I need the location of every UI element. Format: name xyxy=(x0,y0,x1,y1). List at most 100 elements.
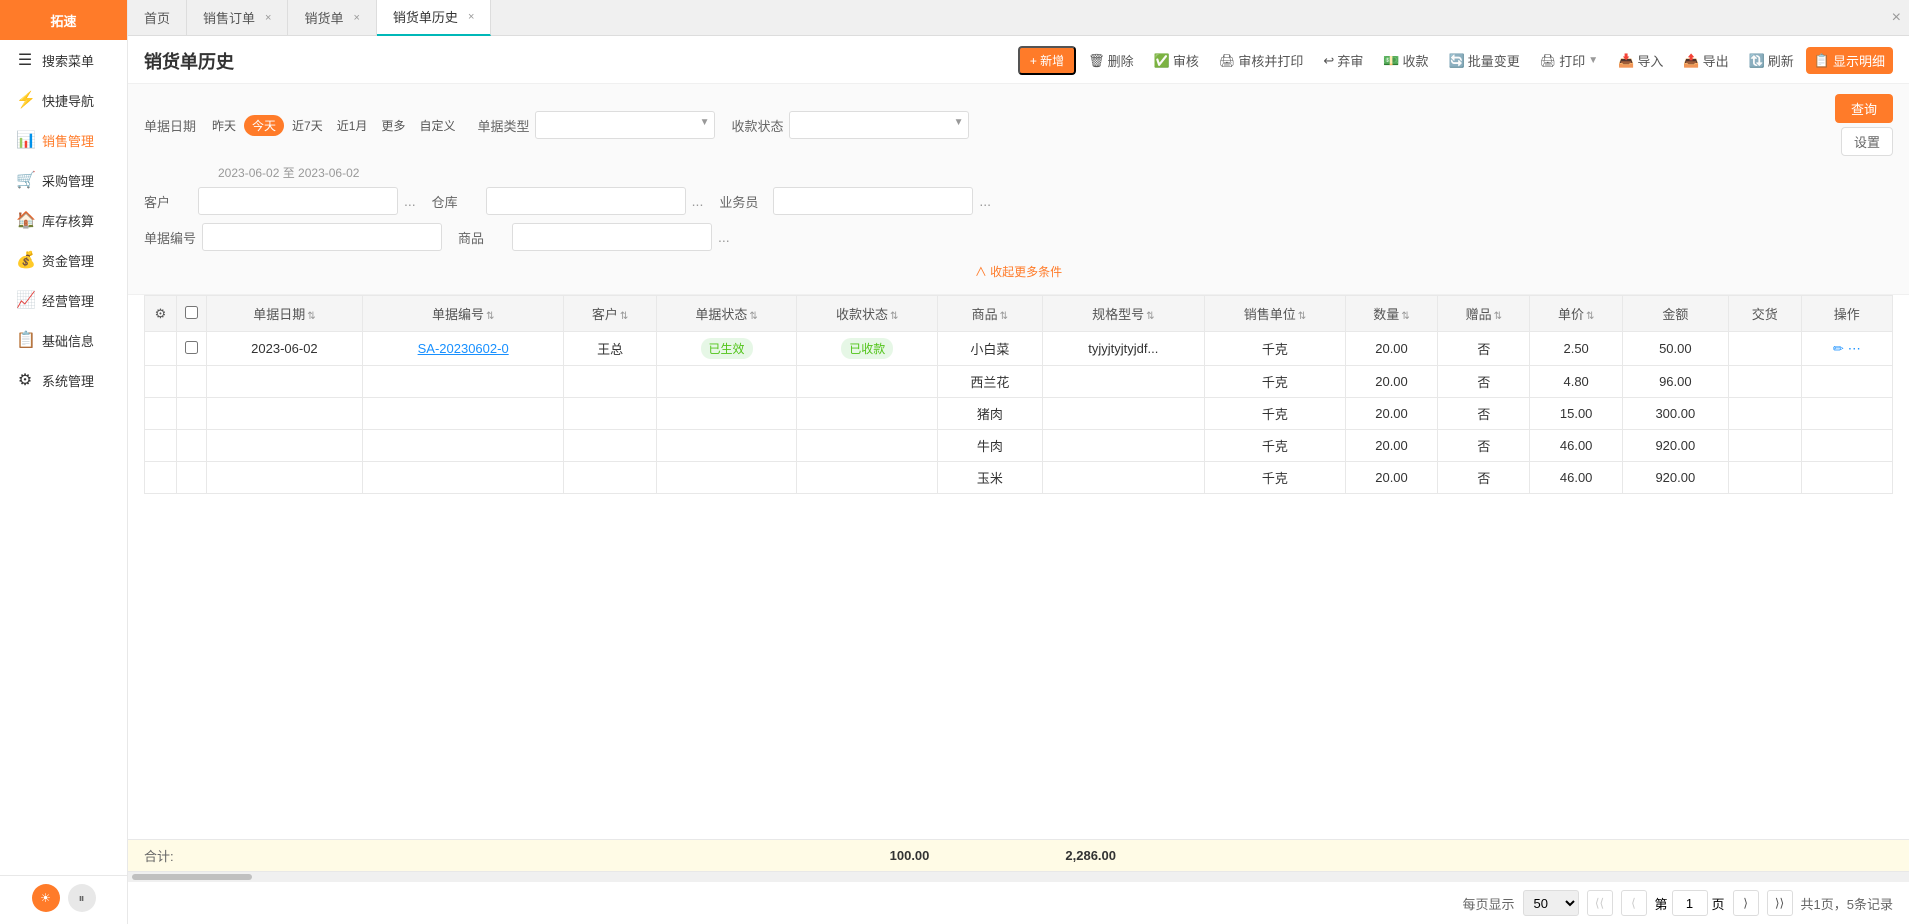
date-tab-7days[interactable]: 近7天 xyxy=(286,115,329,136)
audit-print-button[interactable]: 🖨 审核并打印 xyxy=(1211,47,1312,74)
row-checkbox[interactable] xyxy=(185,341,198,354)
date-tab-yesterday[interactable]: 昨天 xyxy=(206,115,242,136)
th-unit[interactable]: 销售单位⇅ xyxy=(1205,296,1346,332)
th-doc-status[interactable]: 单据状态⇅ xyxy=(656,296,797,332)
th-settings[interactable]: ⚙ xyxy=(145,296,177,332)
th-qty[interactable]: 数量⇅ xyxy=(1345,296,1437,332)
staff-input[interactable] xyxy=(773,187,973,215)
filter-area: 单据日期 昨天 今天 近7天 近1月 更多 自定义 单据类型 ▼ xyxy=(128,84,1909,295)
tab-home[interactable]: 首页 xyxy=(128,0,187,36)
th-customer[interactable]: 客户⇅ xyxy=(564,296,656,332)
cell-doc-no[interactable] xyxy=(362,366,564,398)
sidebar-item-label: 基础信息 xyxy=(42,331,94,350)
doc-type-select[interactable] xyxy=(535,111,715,139)
sidebar-item-sales-mgmt[interactable]: 📊 销售管理 xyxy=(0,120,127,160)
customer-input[interactable] xyxy=(198,187,398,215)
cell-transaction xyxy=(1728,430,1801,462)
cell-checkbox[interactable] xyxy=(177,366,207,398)
collapse-button[interactable]: ∧ 收起更多条件 xyxy=(144,259,1893,284)
cell-checkbox[interactable] xyxy=(177,332,207,366)
pagination-last-btn[interactable]: ⟩⟩ xyxy=(1767,890,1793,916)
date-tab-custom[interactable]: 自定义 xyxy=(413,115,461,136)
sidebar-item-quick-nav[interactable]: ⚡ 快捷导航 xyxy=(0,80,127,120)
tab-close-sales-delivery[interactable]: × xyxy=(353,12,359,24)
tab-close-sales-history[interactable]: × xyxy=(468,11,474,23)
batch-change-button[interactable]: 🔄 批量变更 xyxy=(1441,47,1528,74)
staff-dots[interactable]: ... xyxy=(979,193,991,209)
collect-status-label: 收款状态 xyxy=(731,116,783,135)
scroll-thumb[interactable] xyxy=(132,874,252,880)
sidebar-item-basic-info[interactable]: 📋 基础信息 xyxy=(0,320,127,360)
page-input[interactable] xyxy=(1672,890,1708,916)
date-tab-1month[interactable]: 近1月 xyxy=(331,115,374,136)
goods-dots[interactable]: ... xyxy=(718,229,730,245)
cell-checkbox[interactable] xyxy=(177,430,207,462)
cell-doc-no[interactable] xyxy=(362,462,564,494)
sidebar-bottom-btn2[interactable]: ⏸ xyxy=(68,884,96,912)
cell-checkbox[interactable] xyxy=(177,462,207,494)
cell-doc-no[interactable]: SA-20230602-0 xyxy=(362,332,564,366)
cell-checkbox[interactable] xyxy=(177,398,207,430)
refresh-button[interactable]: 🔃 刷新 xyxy=(1741,47,1802,74)
cell-doc-status: 已生效 xyxy=(656,332,797,366)
th-doc-no[interactable]: 单据编号⇅ xyxy=(362,296,564,332)
date-tab-today[interactable]: 今天 xyxy=(244,115,284,136)
pagination-next-btn[interactable]: ⟩ xyxy=(1733,890,1759,916)
goods-input[interactable] xyxy=(512,223,712,251)
collect-status-select[interactable] xyxy=(789,111,969,139)
pagination-prev-btn[interactable]: ⟨ xyxy=(1621,890,1647,916)
finance-icon: 💰 xyxy=(16,250,34,270)
sort-gift-icon: ⇅ xyxy=(1494,311,1502,322)
edit-action[interactable]: ✏ xyxy=(1833,341,1844,356)
th-goods[interactable]: 商品⇅ xyxy=(938,296,1043,332)
cell-doc-no[interactable] xyxy=(362,430,564,462)
tab-sales-history[interactable]: 销货单历史 × xyxy=(377,0,491,36)
import-button[interactable]: 📥 导入 xyxy=(1610,47,1671,74)
more-action[interactable]: ⋯ xyxy=(1848,341,1861,356)
export-button[interactable]: 📤 导出 xyxy=(1675,47,1736,74)
tab-close-sales-order[interactable]: × xyxy=(265,12,271,24)
cell-transaction xyxy=(1728,462,1801,494)
abandon-button[interactable]: ↩ 弃审 xyxy=(1315,47,1371,74)
batch-change-label: 批量变更 xyxy=(1468,51,1520,70)
query-button[interactable]: 查询 xyxy=(1835,94,1893,123)
per-page-select[interactable]: 50 100 200 xyxy=(1523,890,1579,916)
customer-dots[interactable]: ... xyxy=(404,193,416,209)
sidebar-item-sys-mgmt[interactable]: ⚙ 系统管理 xyxy=(0,360,127,400)
print-button[interactable]: 🖨 打印 ▼ xyxy=(1532,47,1606,74)
delete-button[interactable]: 🗑 删除 xyxy=(1080,47,1142,74)
cell-settings xyxy=(145,398,177,430)
select-all-checkbox[interactable] xyxy=(185,306,198,319)
cell-doc-no[interactable] xyxy=(362,398,564,430)
footer-amount-total: 2,286.00 xyxy=(1057,846,1124,865)
tab-bar-close[interactable]: × xyxy=(1892,9,1909,27)
sidebar-item-finance[interactable]: 💰 资金管理 xyxy=(0,240,127,280)
tab-sales-order[interactable]: 销售订单 × xyxy=(187,0,288,36)
date-tab-more[interactable]: 更多 xyxy=(375,115,411,136)
th-collect-status[interactable]: 收款状态⇅ xyxy=(797,296,938,332)
audit-button[interactable]: ✅ 审核 xyxy=(1146,47,1207,74)
th-doc-date[interactable]: 单据日期⇅ xyxy=(207,296,363,332)
show-detail-button[interactable]: 📋 显示明细 xyxy=(1806,47,1893,74)
setting-button[interactable]: 设置 xyxy=(1841,127,1893,156)
sidebar-bottom-btn1[interactable]: ☀ xyxy=(32,884,60,912)
warehouse-dots[interactable]: ... xyxy=(692,193,704,209)
sidebar-item-purchase-mgmt[interactable]: 🛒 采购管理 xyxy=(0,160,127,200)
warehouse-input[interactable] xyxy=(486,187,686,215)
new-button[interactable]: + 新增 xyxy=(1018,46,1076,75)
th-unit-price[interactable]: 单价⇅ xyxy=(1530,296,1622,332)
tab-sales-delivery[interactable]: 销货单 × xyxy=(288,0,376,36)
cell-amount: 96.00 xyxy=(1622,366,1728,398)
cell-doc-status xyxy=(656,462,797,494)
sidebar-item-inventory[interactable]: 🏠 库存核算 xyxy=(0,200,127,240)
cell-transaction xyxy=(1728,332,1801,366)
sidebar-item-search-menu[interactable]: ☰ 搜索菜单 xyxy=(0,40,127,80)
collect-button[interactable]: 💵 收款 xyxy=(1375,47,1436,74)
show-detail-icon: 📋 xyxy=(1814,53,1830,69)
sidebar-item-operations[interactable]: 📈 经营管理 xyxy=(0,280,127,320)
doc-no-link[interactable]: SA-20230602-0 xyxy=(418,341,509,356)
th-gift[interactable]: 赠品⇅ xyxy=(1438,296,1530,332)
doc-no-input[interactable] xyxy=(202,223,442,251)
pagination-first-btn[interactable]: ⟨⟨ xyxy=(1587,890,1613,916)
th-spec[interactable]: 规格型号⇅ xyxy=(1042,296,1204,332)
